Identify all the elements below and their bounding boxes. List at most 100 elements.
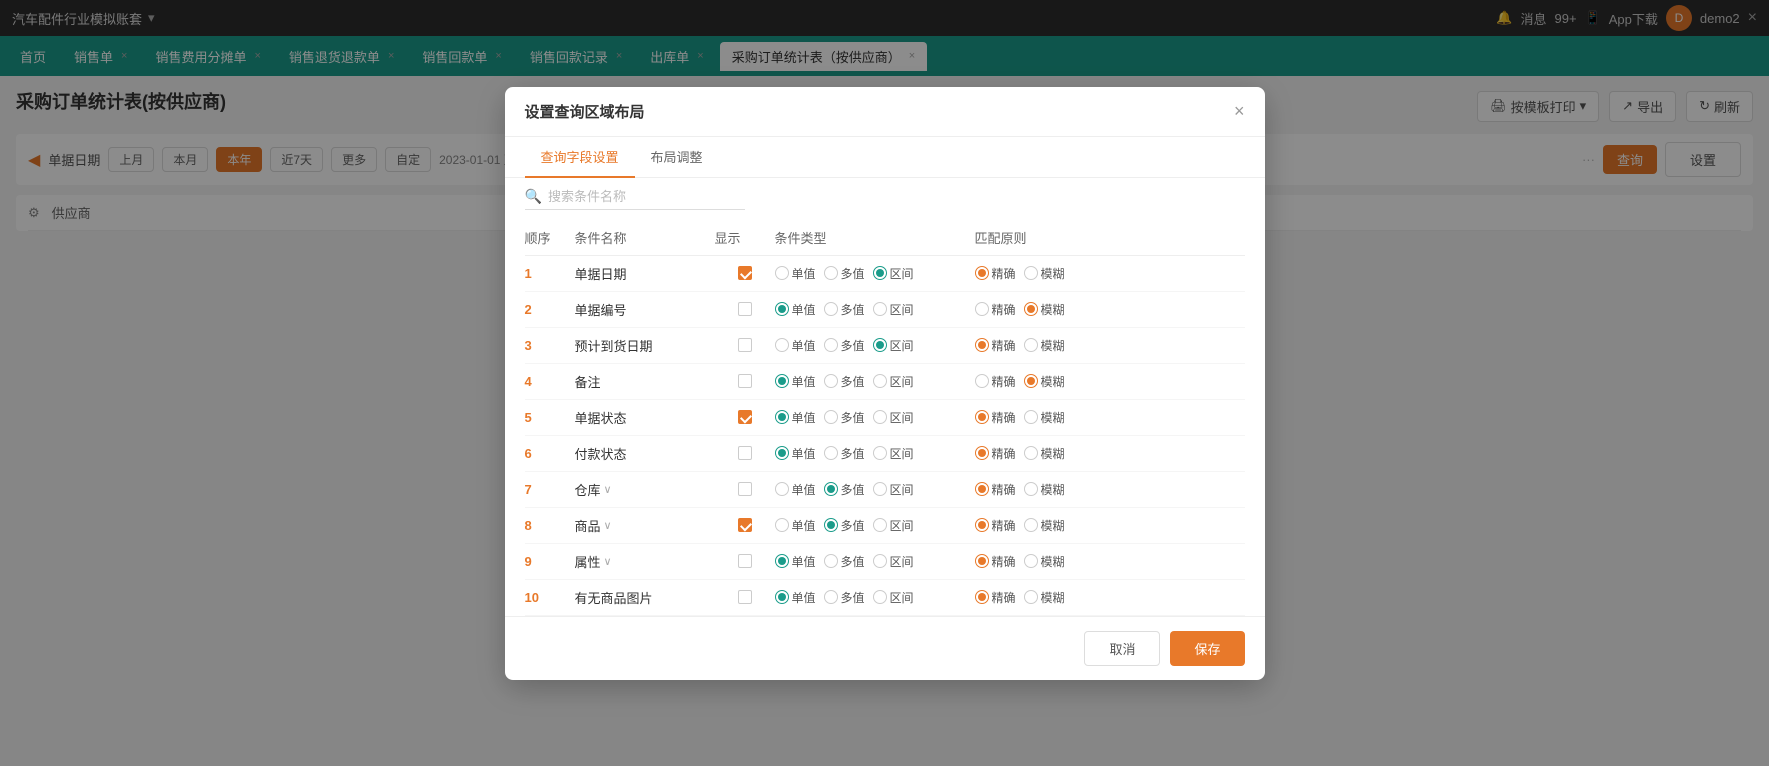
type-radio-item[interactable]: 区间 — [873, 337, 914, 354]
match-radio-item[interactable]: 精确 — [975, 301, 1016, 318]
row-number: 5 — [525, 410, 532, 425]
match-radio-item[interactable]: 模糊 — [1024, 445, 1065, 462]
show-checkbox[interactable] — [738, 338, 752, 352]
match-radio-item[interactable]: 模糊 — [1024, 373, 1065, 390]
show-checkbox[interactable] — [738, 518, 752, 532]
show-checkbox[interactable] — [738, 590, 752, 604]
type-radio-item[interactable]: 单值 — [775, 373, 816, 390]
type-radio-item[interactable]: 单值 — [775, 301, 816, 318]
show-checkbox[interactable] — [738, 410, 752, 424]
match-radio-item[interactable]: 精确 — [975, 373, 1016, 390]
match-radio-item[interactable]: 精确 — [975, 553, 1016, 570]
match-radio-item[interactable]: 精确 — [975, 517, 1016, 534]
type-radio-item[interactable]: 单值 — [775, 409, 816, 426]
cell-show — [715, 410, 775, 424]
match-radio-item[interactable]: 模糊 — [1024, 517, 1065, 534]
type-radio-item[interactable]: 区间 — [873, 553, 914, 570]
type-radio-item[interactable]: 多值 — [824, 517, 865, 534]
type-radio-item[interactable]: 区间 — [873, 265, 914, 282]
type-radio-item[interactable]: 单值 — [775, 481, 816, 498]
cell-type: 单值多值区间 — [775, 481, 975, 498]
match-radio-item[interactable]: 精确 — [975, 445, 1016, 462]
type-radio-item[interactable]: 区间 — [873, 445, 914, 462]
show-checkbox[interactable] — [738, 302, 752, 316]
type-radio-item[interactable]: 多值 — [824, 301, 865, 318]
match-radio-group: 精确模糊 — [975, 481, 1065, 498]
radio-circle — [824, 590, 838, 604]
type-radio-group: 单值多值区间 — [775, 265, 914, 282]
match-radio-item[interactable]: 模糊 — [1024, 301, 1065, 318]
cell-match: 精确 模糊 — [975, 301, 1175, 318]
match-radio-item[interactable]: 精确 — [975, 409, 1016, 426]
table-row: 10有无商品图片单值多值区间精确模糊 — [525, 580, 1245, 616]
type-radio-item[interactable]: 多值 — [824, 553, 865, 570]
dialog-close-button[interactable]: × — [1234, 102, 1245, 120]
type-radio-item[interactable]: 单值 — [775, 517, 816, 534]
match-radio-item[interactable]: 精确 — [975, 481, 1016, 498]
match-radio-item[interactable]: 模糊 — [1024, 481, 1065, 498]
match-radio-item[interactable]: 模糊 — [1024, 337, 1065, 354]
cell-show — [715, 482, 775, 496]
type-radio-group: 单值多值区间 — [775, 517, 914, 534]
type-radio-item[interactable]: 区间 — [873, 481, 914, 498]
cell-order: 1 — [525, 266, 575, 281]
save-button[interactable]: 保存 — [1170, 631, 1244, 666]
type-radio-item[interactable]: 单值 — [775, 337, 816, 354]
match-radio-item[interactable]: 模糊 — [1024, 265, 1065, 282]
table-row: 3预计到货日期单值多值区间精确模糊 — [525, 328, 1245, 364]
type-radio-item[interactable]: 多值 — [824, 373, 865, 390]
radio-circle — [775, 266, 789, 280]
match-radio-item[interactable]: 精确 — [975, 589, 1016, 606]
type-radio-item[interactable]: 区间 — [873, 517, 914, 534]
radio-circle — [775, 518, 789, 532]
radio-circle — [975, 302, 989, 316]
cell-show — [715, 374, 775, 388]
table-row: 2单据编号单值多值区间精确模糊 — [525, 292, 1245, 328]
type-radio-item[interactable]: 多值 — [824, 445, 865, 462]
match-radio-item[interactable]: 模糊 — [1024, 409, 1065, 426]
chevron-down-icon: ∨ — [604, 483, 612, 496]
type-radio-item[interactable]: 单值 — [775, 445, 816, 462]
type-radio-item[interactable]: 区间 — [873, 301, 914, 318]
col-show: 显示 — [715, 228, 775, 247]
type-radio-item[interactable]: 单值 — [775, 553, 816, 570]
match-radio-group: 精确模糊 — [975, 517, 1065, 534]
show-checkbox[interactable] — [738, 374, 752, 388]
tab-layout-adjust[interactable]: 布局调整 — [635, 137, 719, 178]
radio-label: 模糊 — [1041, 553, 1065, 570]
radio-circle — [1024, 338, 1038, 352]
match-radio-item[interactable]: 模糊 — [1024, 589, 1065, 606]
type-radio-item[interactable]: 多值 — [824, 481, 865, 498]
type-radio-item[interactable]: 多值 — [824, 265, 865, 282]
match-radio-item[interactable]: 精确 — [975, 337, 1016, 354]
type-radio-item[interactable]: 多值 — [824, 589, 865, 606]
type-radio-item[interactable]: 区间 — [873, 409, 914, 426]
radio-circle — [775, 554, 789, 568]
radio-circle — [775, 410, 789, 424]
radio-label: 精确 — [992, 481, 1016, 498]
radio-circle — [873, 338, 887, 352]
type-radio-item[interactable]: 多值 — [824, 409, 865, 426]
type-radio-item[interactable]: 单值 — [775, 265, 816, 282]
show-checkbox[interactable] — [738, 482, 752, 496]
type-radio-item[interactable]: 单值 — [775, 589, 816, 606]
radio-label: 模糊 — [1041, 589, 1065, 606]
tab-query-fields[interactable]: 查询字段设置 — [525, 137, 635, 178]
radio-circle — [873, 302, 887, 316]
type-radio-item[interactable]: 多值 — [824, 337, 865, 354]
radio-circle — [975, 266, 989, 280]
show-checkbox[interactable] — [738, 266, 752, 280]
type-radio-item[interactable]: 区间 — [873, 589, 914, 606]
radio-label: 模糊 — [1041, 301, 1065, 318]
row-number: 8 — [525, 518, 532, 533]
show-checkbox[interactable] — [738, 446, 752, 460]
cell-order: 2 — [525, 302, 575, 317]
match-radio-group: 精确 模糊 — [975, 301, 1065, 318]
match-radio-item[interactable]: 模糊 — [1024, 553, 1065, 570]
show-checkbox[interactable] — [738, 554, 752, 568]
type-radio-item[interactable]: 区间 — [873, 373, 914, 390]
match-radio-item[interactable]: 精确 — [975, 265, 1016, 282]
type-radio-group: 单值多值区间 — [775, 301, 914, 318]
cancel-button[interactable]: 取消 — [1084, 631, 1160, 666]
search-input[interactable] — [548, 189, 728, 204]
